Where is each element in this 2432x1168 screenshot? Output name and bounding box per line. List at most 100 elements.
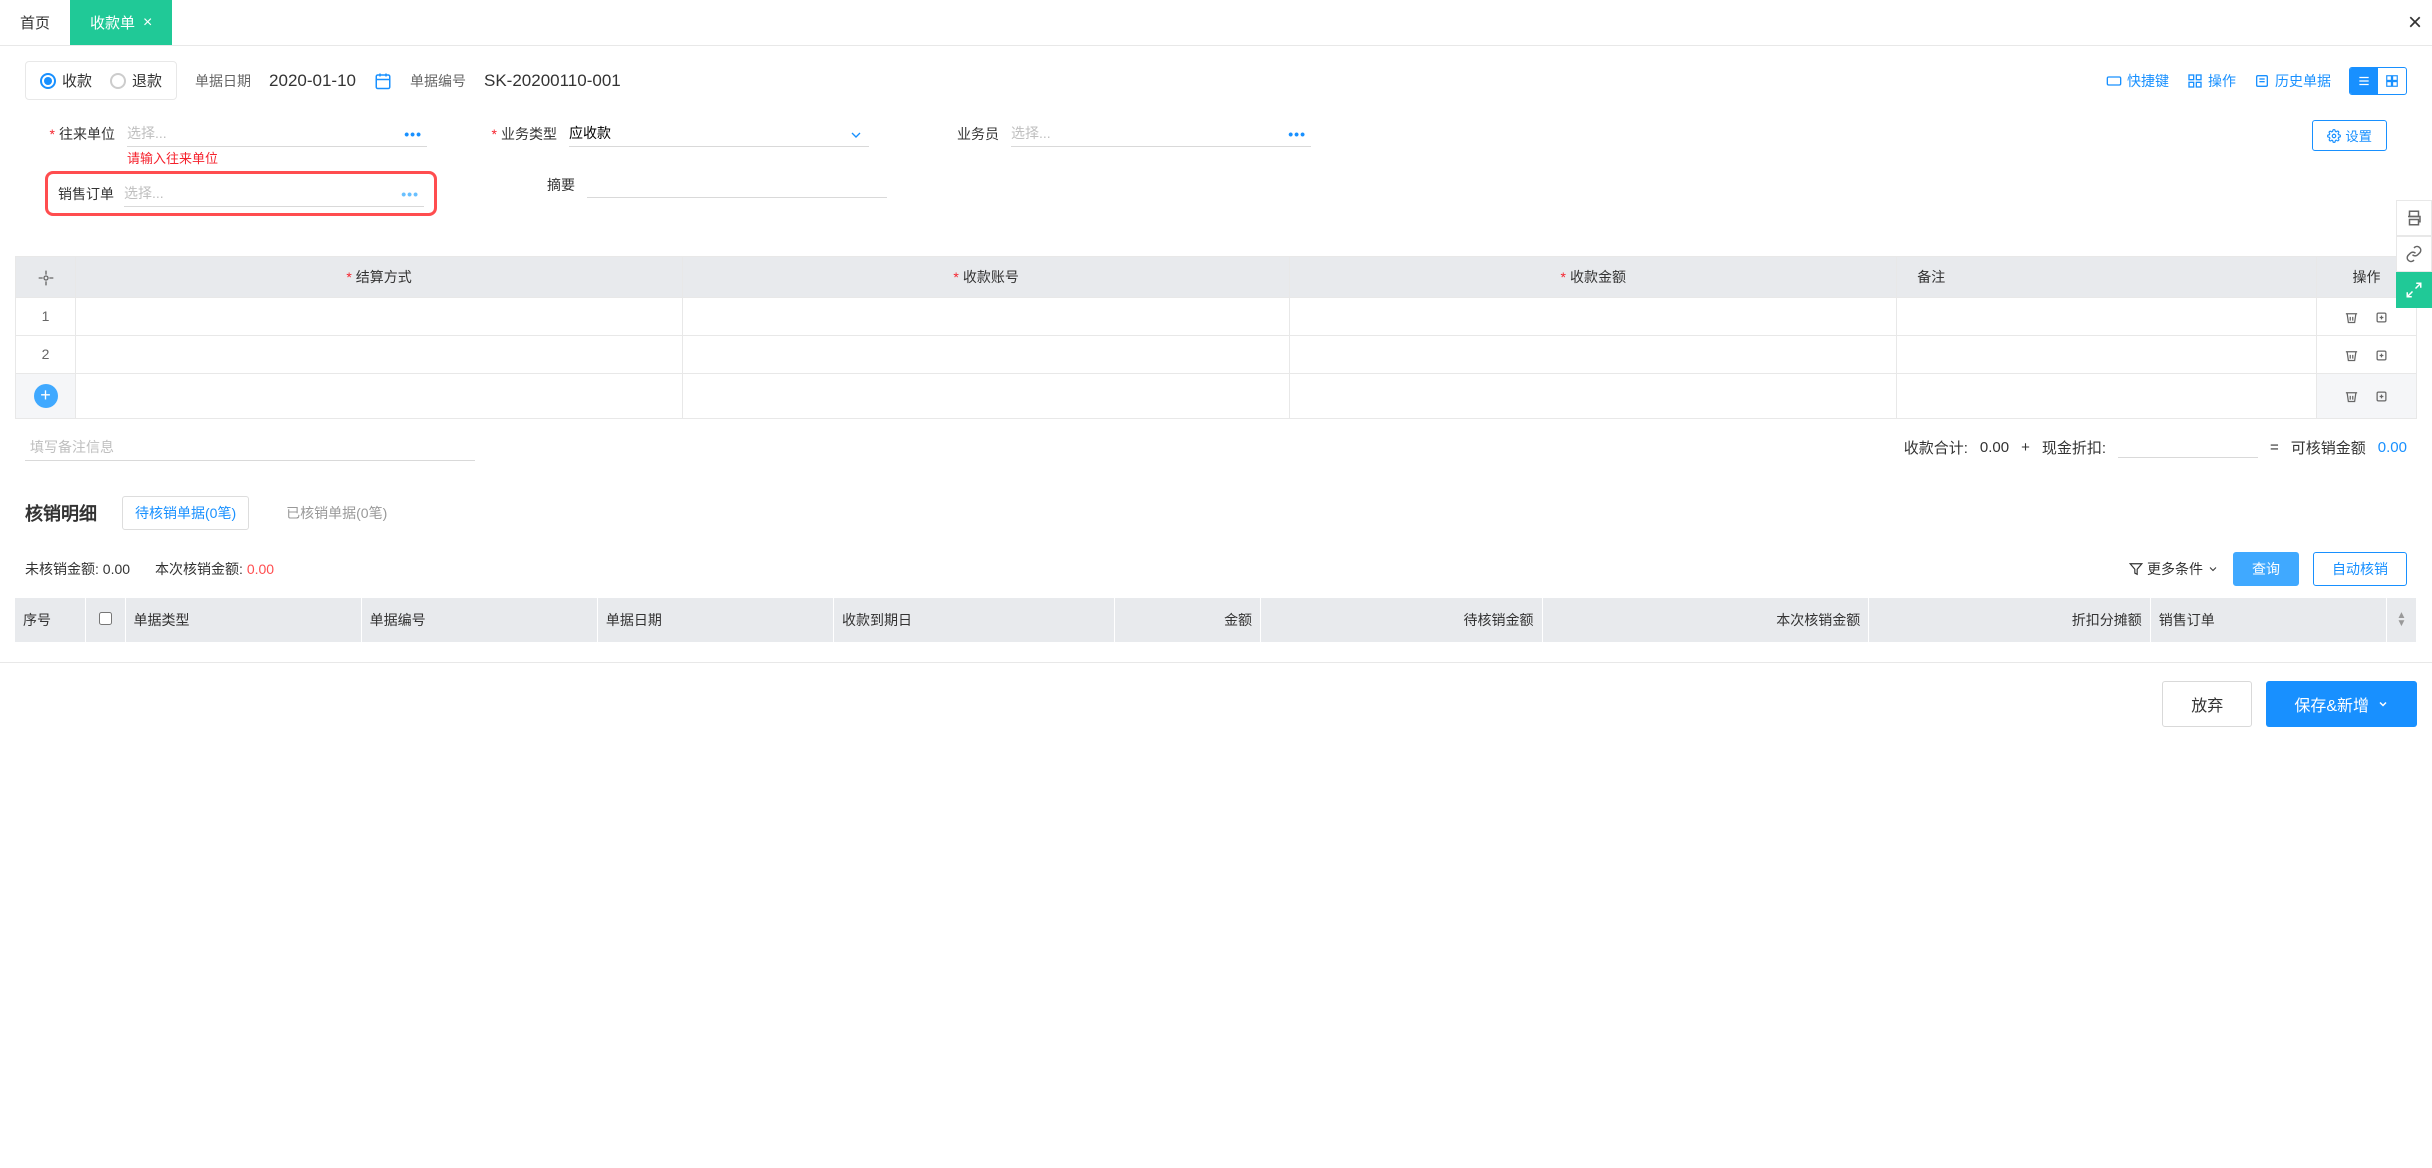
- more-dots-icon[interactable]: •••: [1288, 126, 1306, 142]
- side-tool-print[interactable]: [2396, 200, 2432, 236]
- more-dots-icon[interactable]: •••: [404, 126, 422, 142]
- tab-label: 收款单: [90, 12, 135, 33]
- chevron-down-icon: [2207, 563, 2219, 575]
- tab-home[interactable]: 首页: [0, 0, 70, 45]
- shortcut-link[interactable]: 快捷键: [2106, 71, 2169, 91]
- delete-icon[interactable]: [2344, 387, 2359, 403]
- view-list-icon[interactable]: [2350, 68, 2378, 94]
- view-card-icon[interactable]: [2378, 68, 2406, 94]
- copy-icon[interactable]: [2374, 387, 2389, 403]
- no-value: SK-20200110-001: [484, 71, 621, 91]
- salesman-field: 业务员 •••: [929, 120, 1311, 147]
- subtab-done[interactable]: 已核销单据(0笔): [274, 497, 399, 529]
- col-checkbox: [85, 598, 125, 642]
- col-remark: 备注: [1897, 257, 2317, 298]
- date-label: 单据日期: [195, 71, 251, 91]
- col-sort[interactable]: ▲▼: [2387, 598, 2417, 642]
- this-writeoff-value: 0.00: [247, 561, 274, 577]
- uncleared-value: 0.00: [103, 561, 130, 577]
- payment-table: *结算方式 *收款账号 *收款金额 备注 操作 1 2: [15, 256, 2417, 419]
- summary-input[interactable]: [587, 171, 887, 198]
- radio-label: 收款: [62, 70, 92, 91]
- gear-header[interactable]: [16, 257, 76, 298]
- save-button[interactable]: 保存&新增: [2266, 681, 2417, 727]
- list-icon: [2254, 73, 2270, 89]
- summary-row: 收款合计: 0.00 + 现金折扣: = 可核销金额 0.00: [15, 419, 2417, 476]
- setting-button[interactable]: 设置: [2312, 120, 2387, 151]
- salesman-input[interactable]: [1011, 120, 1311, 147]
- operate-link[interactable]: 操作: [2187, 71, 2236, 91]
- add-row-button[interactable]: +: [34, 384, 58, 408]
- select-all-checkbox[interactable]: [99, 612, 112, 625]
- section-title: 核销明细 待核销单据(0笔) 已核销单据(0笔): [15, 476, 2417, 540]
- side-tools: [2396, 200, 2432, 308]
- page-footer: 放弃 保存&新增: [0, 662, 2432, 745]
- delete-icon[interactable]: [2344, 346, 2359, 362]
- summary-field: 摘要: [535, 171, 887, 198]
- grid-icon: [2187, 73, 2203, 89]
- gear-icon: [38, 270, 54, 286]
- customer-field: *往来单位 ••• 请输入往来单位: [45, 120, 427, 147]
- sales-order-input[interactable]: [124, 180, 424, 207]
- type-radio-group: 收款 退款: [25, 61, 177, 100]
- remark-input[interactable]: [25, 434, 475, 461]
- col-billno: 单据编号: [361, 598, 597, 642]
- tab-receipt[interactable]: 收款单 ×: [70, 0, 172, 45]
- col-amount: 金额: [1115, 598, 1261, 642]
- total-value: 0.00: [1980, 439, 2009, 456]
- chevron-down-icon[interactable]: [848, 126, 864, 143]
- radio-label: 退款: [132, 70, 162, 91]
- filter-row: 未核销金额: 0.00 本次核销金额: 0.00 更多条件 查询 自动核销: [15, 540, 2417, 598]
- writeoff-value: 0.00: [2378, 439, 2407, 456]
- calendar-icon[interactable]: [374, 71, 392, 89]
- detail-table: 序号 单据类型 单据编号 单据日期 收款到期日 金额 待核销金额 本次核销金额 …: [15, 598, 2417, 642]
- cancel-button[interactable]: 放弃: [2162, 681, 2252, 727]
- biz-type-field: *业务类型: [487, 120, 869, 147]
- filter-icon: [2129, 562, 2143, 576]
- col-seq: 序号: [15, 598, 85, 642]
- col-type: 单据类型: [125, 598, 361, 642]
- radio-icon: [110, 73, 126, 89]
- radio-refund[interactable]: 退款: [110, 70, 162, 91]
- no-label: 单据编号: [410, 71, 466, 91]
- col-pending: 待核销金额: [1261, 598, 1542, 642]
- history-link[interactable]: 历史单据: [2254, 71, 2331, 91]
- col-account: *收款账号: [683, 257, 1290, 298]
- col-salesorder: 销售订单: [2150, 598, 2386, 642]
- table-row: 2: [16, 335, 2417, 373]
- col-amount: *收款金额: [1290, 257, 1897, 298]
- chevron-down-icon: [2377, 698, 2389, 710]
- table-add-row: +: [16, 373, 2417, 418]
- auto-writeoff-button[interactable]: 自动核销: [2313, 552, 2407, 586]
- more-filter-link[interactable]: 更多条件: [2129, 559, 2219, 579]
- customer-error: 请输入往来单位: [127, 148, 218, 167]
- table-row: 1: [16, 298, 2417, 336]
- col-thiswo: 本次核销金额: [1542, 598, 1869, 642]
- discount-input[interactable]: [2118, 436, 2258, 458]
- side-tool-link[interactable]: [2396, 236, 2432, 272]
- query-button[interactable]: 查询: [2233, 552, 2299, 586]
- date-value[interactable]: 2020-01-10: [269, 71, 356, 91]
- col-settle: *结算方式: [76, 257, 683, 298]
- tabs-bar: 首页 收款单 × ×: [0, 0, 2432, 46]
- delete-icon[interactable]: [2344, 308, 2359, 324]
- sales-order-highlight: 销售订单 •••: [45, 171, 437, 216]
- side-tool-expand[interactable]: [2396, 272, 2432, 308]
- radio-receive[interactable]: 收款: [40, 70, 92, 91]
- radio-icon: [40, 73, 56, 89]
- gear-icon: [2327, 129, 2341, 143]
- biz-type-input[interactable]: [569, 120, 869, 147]
- header-row: 收款 退款 单据日期 2020-01-10 单据编号 SK-20200110-0…: [15, 46, 2417, 110]
- more-dots-icon[interactable]: •••: [401, 186, 419, 202]
- close-icon[interactable]: ×: [143, 14, 152, 32]
- copy-icon[interactable]: [2374, 346, 2389, 362]
- subtab-pending[interactable]: 待核销单据(0笔): [122, 496, 249, 530]
- customer-input[interactable]: [127, 120, 427, 147]
- copy-icon[interactable]: [2374, 308, 2389, 324]
- col-duedate: 收款到期日: [834, 598, 1115, 642]
- keyboard-icon: [2106, 73, 2122, 89]
- page-close-icon[interactable]: ×: [2408, 9, 2422, 37]
- col-billdate: 单据日期: [597, 598, 833, 642]
- view-toggle: [2349, 67, 2407, 95]
- col-discount: 折扣分摊额: [1869, 598, 2150, 642]
